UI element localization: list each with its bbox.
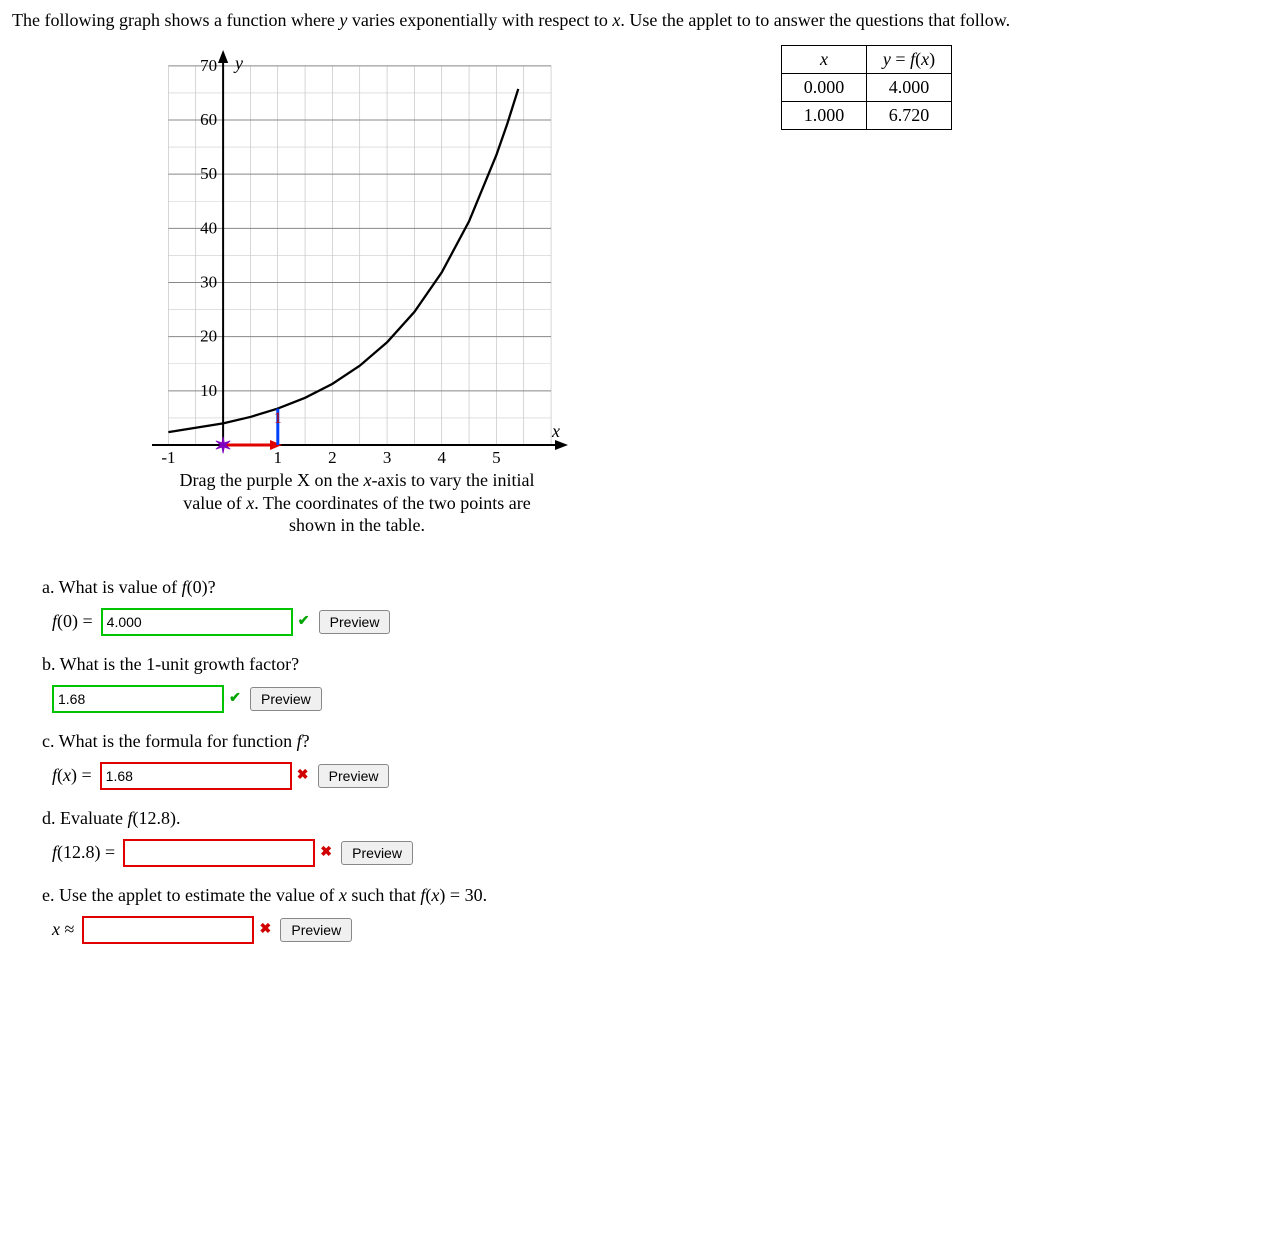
svg-text:10: 10 — [200, 381, 217, 400]
svg-text:40: 40 — [200, 218, 217, 237]
preview-button[interactable]: Preview — [341, 841, 413, 865]
intro-seg1: The following graph shows a function whe… — [12, 10, 339, 30]
table-cell: 1.000 — [782, 102, 867, 130]
svg-text:x: x — [551, 421, 560, 441]
table-cell: 4.000 — [867, 74, 952, 102]
svg-text:70: 70 — [200, 56, 217, 75]
answer-d-prefix: f(12.8) = — [52, 842, 115, 863]
answer-a-prefix: f(0) = — [52, 611, 93, 632]
check-icon: ✔ — [297, 613, 311, 630]
preview-button[interactable]: Preview — [318, 764, 390, 788]
svg-text:2: 2 — [328, 448, 337, 465]
answer-d-input[interactable] — [123, 839, 315, 867]
value-table: x y = f(x) 0.000 4.000 1.000 6.720 — [781, 45, 952, 130]
question-a-label: a. What is value of f(0)? — [42, 577, 1268, 598]
svg-text:60: 60 — [200, 110, 217, 129]
cross-icon: ✖ — [319, 844, 333, 861]
question-c-label: c. What is the formula for function f? — [42, 731, 1268, 752]
svg-text:5: 5 — [492, 448, 501, 465]
answer-e-prefix: x ≈ — [52, 919, 74, 940]
answer-c-input[interactable] — [100, 762, 292, 790]
question-b-label: b. What is the 1-unit growth factor? — [42, 654, 1268, 675]
svg-text:50: 50 — [200, 164, 217, 183]
cross-icon: ✖ — [296, 767, 310, 784]
svg-text:4: 4 — [437, 448, 446, 465]
answer-c-prefix: f(x) = — [52, 765, 92, 786]
answer-a-input[interactable] — [101, 608, 293, 636]
answer-e-input[interactable] — [82, 916, 254, 944]
exponential-chart[interactable]: y x -1 1 2 3 4 5 10 20 30 40 50 60 70 ✶ 1 — [132, 45, 582, 465]
table-header-y: y = f(x) — [867, 46, 952, 74]
svg-text:3: 3 — [383, 448, 392, 465]
svg-text:1: 1 — [273, 448, 282, 465]
applet[interactable]: y x -1 1 2 3 4 5 10 20 30 40 50 60 70 ✶ 1 — [132, 45, 632, 537]
intro-text: The following graph shows a function whe… — [12, 10, 1268, 31]
preview-button[interactable]: Preview — [319, 610, 391, 634]
purple-x-marker[interactable]: ✶ — [214, 433, 232, 458]
preview-button[interactable]: Preview — [280, 918, 352, 942]
check-icon: ✔ — [228, 690, 242, 707]
svg-text:1: 1 — [274, 410, 282, 427]
svg-text:y: y — [233, 53, 243, 73]
cross-icon: ✖ — [258, 921, 272, 938]
svg-text:20: 20 — [200, 327, 217, 346]
question-d-label: d. Evaluate f(12.8). — [42, 808, 1268, 829]
table-header-x: x — [820, 49, 828, 69]
intro-seg3: . Use the applet to to answer the questi… — [620, 10, 1010, 30]
question-e-label: e. Use the applet to estimate the value … — [42, 885, 1268, 906]
table-cell: 0.000 — [782, 74, 867, 102]
table-cell: 6.720 — [867, 102, 952, 130]
intro-seg2: varies exponentially with respect to — [347, 10, 612, 30]
svg-text:-1: -1 — [161, 448, 175, 465]
preview-button[interactable]: Preview — [250, 687, 322, 711]
applet-caption: Drag the purple X on the x-axis to vary … — [132, 469, 582, 537]
svg-text:30: 30 — [200, 273, 217, 292]
svg-text:✶: ✶ — [214, 433, 232, 458]
answer-b-input[interactable] — [52, 685, 224, 713]
